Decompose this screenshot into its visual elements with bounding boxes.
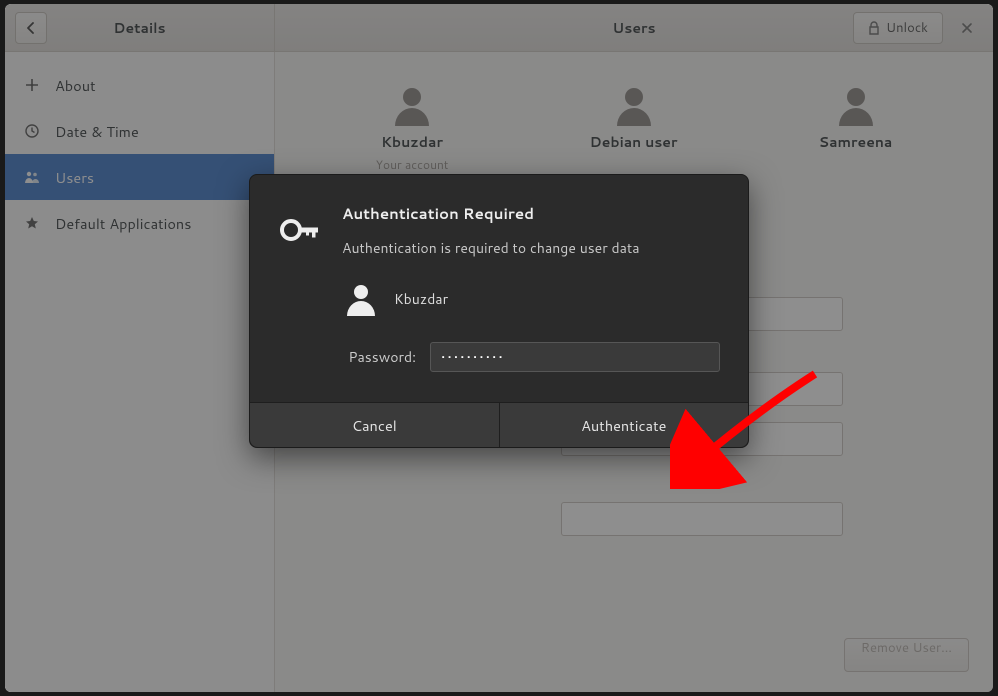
cancel-label: Cancel [352,415,397,436]
dialog-actions: Cancel Authenticate [250,402,748,447]
key-icon [278,209,320,251]
auth-dialog: Authentication Required Authentication i… [249,174,749,448]
cancel-button[interactable]: Cancel [250,403,500,447]
modal-overlay: Authentication Required Authentication i… [5,4,993,692]
settings-window: Details Users Unlock About Date & Time [5,4,993,692]
password-input[interactable] [430,342,720,372]
dialog-user-name: Kbuzdar [394,289,448,309]
authenticate-label: Authenticate [581,415,666,436]
dialog-title: Authentication Required [342,203,720,224]
avatar-icon [342,280,380,318]
dialog-user-row: Kbuzdar [342,280,720,318]
password-row: Password: [342,342,720,372]
dialog-content: Authentication Required Authentication i… [342,203,720,372]
dialog-message: Authentication is required to change use… [342,238,720,258]
password-label: Password: [342,347,416,367]
authenticate-button[interactable]: Authenticate [500,403,749,447]
dialog-body: Authentication Required Authentication i… [250,175,748,402]
